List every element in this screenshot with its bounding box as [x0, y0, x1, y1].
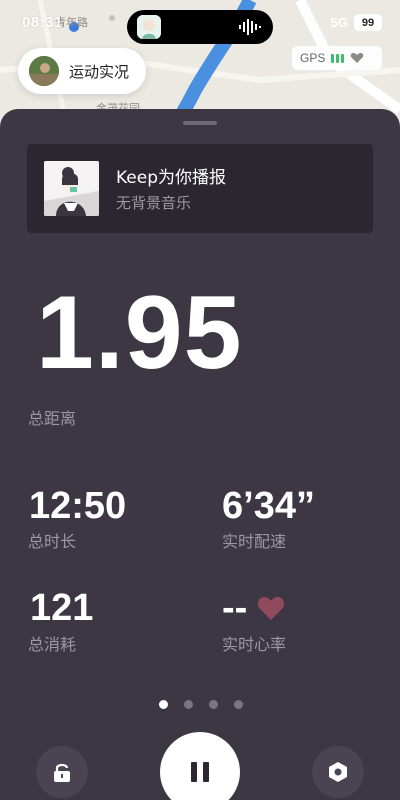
lock-icon	[54, 763, 70, 782]
heart-rate-label: 实时心率	[222, 635, 287, 654]
battery-icon: 99	[354, 14, 382, 31]
total-distance-value: 1.95	[36, 275, 243, 391]
heart-icon	[258, 597, 285, 620]
pause-icon	[191, 762, 209, 782]
total-calories-value: 121	[30, 587, 94, 629]
network-indicator: 5G	[330, 15, 348, 30]
avatar-illustration-icon	[137, 15, 161, 39]
total-duration-label: 总时长	[28, 532, 77, 551]
page-dot[interactable]	[209, 700, 218, 709]
broadcast-cover-image	[44, 161, 99, 216]
total-distance-label: 总距离	[28, 409, 77, 428]
settings-icon	[329, 762, 347, 782]
broadcast-title: Keep为你播报	[116, 168, 227, 188]
total-calories-label: 总消耗	[28, 635, 77, 654]
pause-button[interactable]	[160, 732, 240, 800]
island-avatar	[137, 15, 161, 39]
coach-illustration-icon	[44, 161, 99, 216]
page-dot[interactable]	[234, 700, 243, 709]
gps-signal-icon	[331, 53, 345, 63]
heart-rate-group: --	[222, 589, 285, 627]
workout-sheet: Keep为你播报 无背景音乐 1.95 总距离 12:50 总时长 6’34” …	[0, 109, 400, 800]
current-pace-label: 实时配速	[222, 532, 287, 551]
total-duration-value: 12:50	[29, 485, 127, 527]
gps-label: GPS	[300, 51, 326, 65]
gps-indicator: GPS	[292, 46, 382, 70]
page-dot[interactable]	[184, 700, 193, 709]
avatar-photo-icon	[29, 56, 59, 86]
page-dot-active[interactable]	[159, 700, 168, 709]
heart-outline-icon	[351, 53, 364, 63]
heart-rate-value: --	[222, 587, 248, 629]
dynamic-island[interactable]	[127, 10, 273, 44]
settings-button[interactable]	[312, 746, 364, 798]
broadcast-subtitle: 无背景音乐	[116, 194, 192, 212]
page-indicator	[159, 700, 243, 709]
lock-screen-button[interactable]	[36, 746, 88, 798]
live-status-chip[interactable]: 运动实况	[18, 48, 146, 94]
sound-wave-icon	[239, 19, 261, 35]
current-pace-value: 6’34”	[222, 485, 315, 527]
live-avatar	[29, 56, 59, 86]
sheet-drag-handle[interactable]	[183, 121, 217, 125]
live-status-label: 运动实况	[69, 62, 130, 81]
status-time: 08:31	[22, 14, 63, 31]
voice-broadcast-card[interactable]: Keep为你播报 无背景音乐	[27, 144, 373, 233]
status-icons: 5G 99	[331, 14, 382, 31]
